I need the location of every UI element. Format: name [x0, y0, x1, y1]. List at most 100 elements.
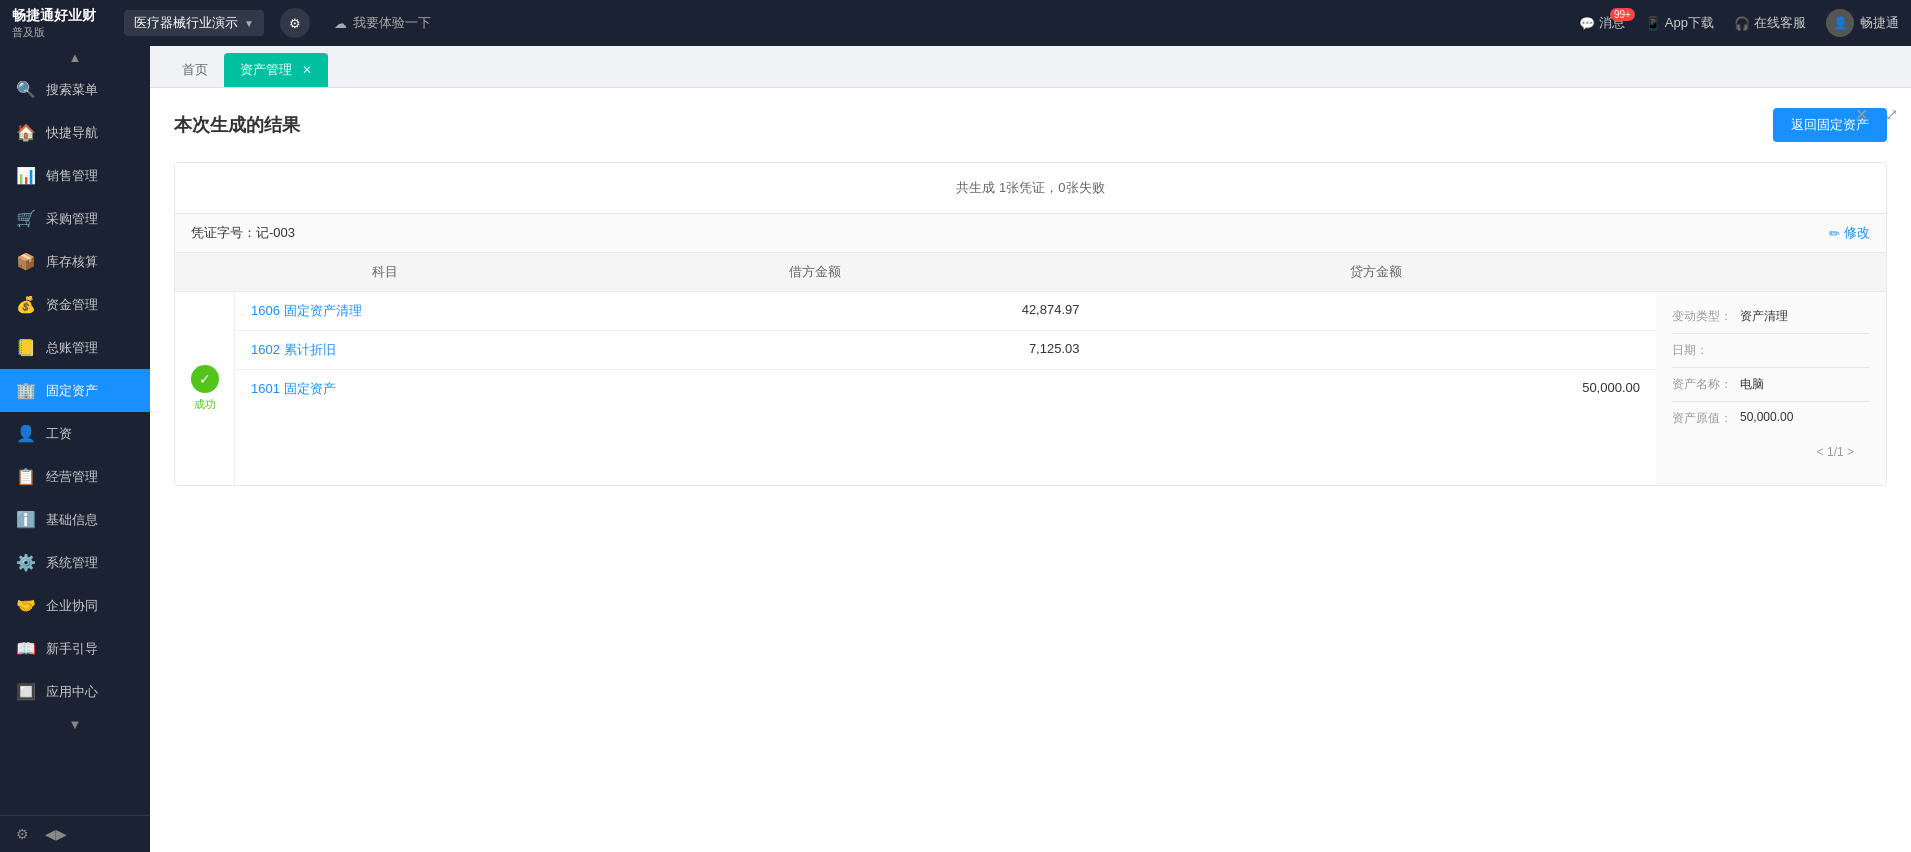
sidebar-item-label: 搜索菜单 [46, 81, 98, 99]
sidebar-item-search[interactable]: 🔍 搜索菜单 [0, 68, 150, 111]
sidebar: ▲ 🔍 搜索菜单 🏠 快捷导航 📊 销售管理 🛒 采购管理 📦 库存核算 💰 资… [0, 46, 150, 852]
asset-original-label: 资产原值： [1672, 410, 1732, 427]
edition-badge: 普及版 [12, 25, 45, 40]
prev-page-button[interactable]: < [1817, 445, 1824, 459]
experience-button[interactable]: ☁ 我要体验一下 [334, 14, 431, 32]
app-download-button[interactable]: 📱 App下载 [1645, 14, 1714, 32]
tab-close-icon[interactable]: ✕ [302, 63, 312, 77]
next-page-button[interactable]: > [1847, 445, 1854, 459]
close-panel-button[interactable]: ✕ [1849, 102, 1873, 126]
sidebar-scroll-down[interactable]: ▼ [0, 713, 150, 735]
company-selector[interactable]: 医疗器械行业演示 ▼ [124, 10, 264, 36]
change-type-label: 变动类型： [1672, 308, 1732, 325]
tab-home[interactable]: 首页 [166, 53, 224, 87]
expand-panel-button[interactable]: ⤢ [1879, 102, 1903, 126]
capital-icon: 💰 [16, 295, 36, 314]
date-row: 日期： [1672, 342, 1870, 359]
settings-button[interactable]: ⚙ [280, 8, 310, 38]
tab-label: 资产管理 [240, 62, 292, 77]
table-row: 1606 固定资产清理 42,874.97 [235, 292, 1656, 331]
sidebar-item-fixed-assets[interactable]: 🏢 固定资产 [0, 369, 150, 412]
change-type-value: 资产清理 [1740, 308, 1788, 325]
asset-name-row: 资产名称： 电脑 [1672, 376, 1870, 393]
sidebar-scroll-up[interactable]: ▲ [0, 46, 150, 68]
sidebar-item-quicknav[interactable]: 🏠 快捷导航 [0, 111, 150, 154]
message-icon: 💬 [1579, 16, 1595, 31]
sidebar-item-label: 库存核算 [46, 253, 98, 271]
voucher-table: 科目 借方金额 贷方金额 ✓ 成功 [175, 253, 1886, 485]
user-area[interactable]: 👤 畅捷通 [1826, 9, 1899, 37]
inventory-icon: 📦 [16, 252, 36, 271]
tab-asset-management[interactable]: 资产管理 ✕ [224, 53, 328, 87]
online-service-label: 在线客服 [1754, 14, 1806, 32]
top-header: 畅捷通好业财 普及版 医疗器械行业演示 ▼ ⚙ ☁ 我要体验一下 💬 消息 99… [0, 0, 1911, 46]
company-name: 医疗器械行业演示 [134, 14, 238, 32]
sidebar-item-label: 工资 [46, 425, 72, 443]
sidebar-item-label: 企业协同 [46, 597, 98, 615]
sidebar-item-operations[interactable]: 📋 经营管理 [0, 455, 150, 498]
sidebar-item-inventory[interactable]: 📦 库存核算 [0, 240, 150, 283]
change-type-row: 变动类型： 资产清理 [1672, 308, 1870, 325]
credit-cell-2 [1096, 331, 1657, 369]
table-row: 1602 累计折旧 7,125.03 [235, 331, 1656, 370]
debit-cell-2: 7,125.03 [535, 331, 1096, 369]
sidebar-item-guide[interactable]: 📖 新手引导 [0, 627, 150, 670]
page-title: 本次生成的结果 [174, 113, 300, 137]
subject-cell-3: 1601 固定资产 [235, 370, 535, 408]
credit-cell-3: 50,000.00 [1096, 370, 1657, 408]
sidebar-item-label: 经营管理 [46, 468, 98, 486]
ledger-icon: 📒 [16, 338, 36, 357]
fixed-assets-icon: 🏢 [16, 381, 36, 400]
table-row: 1601 固定资产 50,000.00 [235, 370, 1656, 408]
side-divider-3 [1672, 401, 1870, 402]
avatar: 👤 [1826, 9, 1854, 37]
success-icon: ✓ [191, 365, 219, 393]
credit-cell-1 [1096, 292, 1657, 330]
sidebar-item-label: 固定资产 [46, 382, 98, 400]
sidebar-item-app-center[interactable]: 🔲 应用中心 [0, 670, 150, 713]
cloud-icon: ☁ [334, 16, 347, 31]
debit-cell-3 [535, 370, 1096, 408]
voucher-number: 凭证字号：记-003 [191, 224, 295, 242]
phone-icon: 📱 [1645, 16, 1661, 31]
sidebar-item-ledger[interactable]: 📒 总账管理 [0, 326, 150, 369]
app-download-label: App下载 [1665, 14, 1714, 32]
sidebar-item-label: 采购管理 [46, 210, 98, 228]
sidebar-item-system[interactable]: ⚙️ 系统管理 [0, 541, 150, 584]
table-body: ✓ 成功 1606 固定资产清理 42,874.97 [175, 292, 1886, 485]
collapse-sidebar-button[interactable]: ◀▶ [45, 826, 67, 842]
message-button[interactable]: 💬 消息 99+ [1579, 14, 1625, 32]
sidebar-item-sales[interactable]: 📊 销售管理 [0, 154, 150, 197]
main-layout: ▲ 🔍 搜索菜单 🏠 快捷导航 📊 销售管理 🛒 采购管理 📦 库存核算 💰 资… [0, 46, 1911, 852]
asset-name-value: 电脑 [1740, 376, 1764, 393]
sidebar-bottom: ⚙ ◀▶ [0, 815, 150, 852]
online-service-button[interactable]: 🎧 在线客服 [1734, 14, 1806, 32]
rows-container: 1606 固定资产清理 42,874.97 1602 累计折旧 7,125.03 [235, 292, 1656, 485]
home-icon: 🏠 [16, 123, 36, 142]
sidebar-item-enterprise[interactable]: 🤝 企业协同 [0, 584, 150, 627]
sidebar-item-label: 新手引导 [46, 640, 98, 658]
page-content: 本次生成的结果 返回固定资产 共生成 1张凭证，0张失败 凭证字号：记-003 … [150, 88, 1911, 852]
side-info-panel: 变动类型： 资产清理 日期： 资产名称： [1656, 292, 1886, 485]
sidebar-item-capital[interactable]: 💰 资金管理 [0, 283, 150, 326]
header-left: 畅捷通好业财 普及版 医疗器械行业演示 ▼ ⚙ ☁ 我要体验一下 [12, 7, 431, 40]
edit-button[interactable]: ✏ 修改 [1829, 224, 1870, 242]
success-label: 成功 [194, 397, 216, 412]
pagination[interactable]: < 1/1 > [1672, 435, 1870, 469]
sidebar-item-label: 系统管理 [46, 554, 98, 572]
asset-original-row: 资产原值： 50,000.00 [1672, 410, 1870, 427]
settings-bottom-button[interactable]: ⚙ [16, 826, 29, 842]
sidebar-item-label: 应用中心 [46, 683, 98, 701]
purchase-icon: 🛒 [16, 209, 36, 228]
asset-name-label: 资产名称： [1672, 376, 1732, 393]
sidebar-item-label: 总账管理 [46, 339, 98, 357]
sidebar-item-basic-info[interactable]: ℹ️ 基础信息 [0, 498, 150, 541]
edit-icon: ✏ [1829, 226, 1840, 241]
voucher-section: 凭证字号：记-003 ✏ 修改 科目 借方金额 贷方金额 [175, 213, 1886, 485]
summary-text: 共生成 1张凭证，0张失败 [956, 180, 1104, 195]
sidebar-item-purchase[interactable]: 🛒 采购管理 [0, 197, 150, 240]
result-panel: 共生成 1张凭证，0张失败 凭证字号：记-003 ✏ 修改 [174, 162, 1887, 486]
sidebar-item-salary[interactable]: 👤 工资 [0, 412, 150, 455]
page-title-bar: 本次生成的结果 返回固定资产 [174, 108, 1887, 142]
system-icon: ⚙️ [16, 553, 36, 572]
